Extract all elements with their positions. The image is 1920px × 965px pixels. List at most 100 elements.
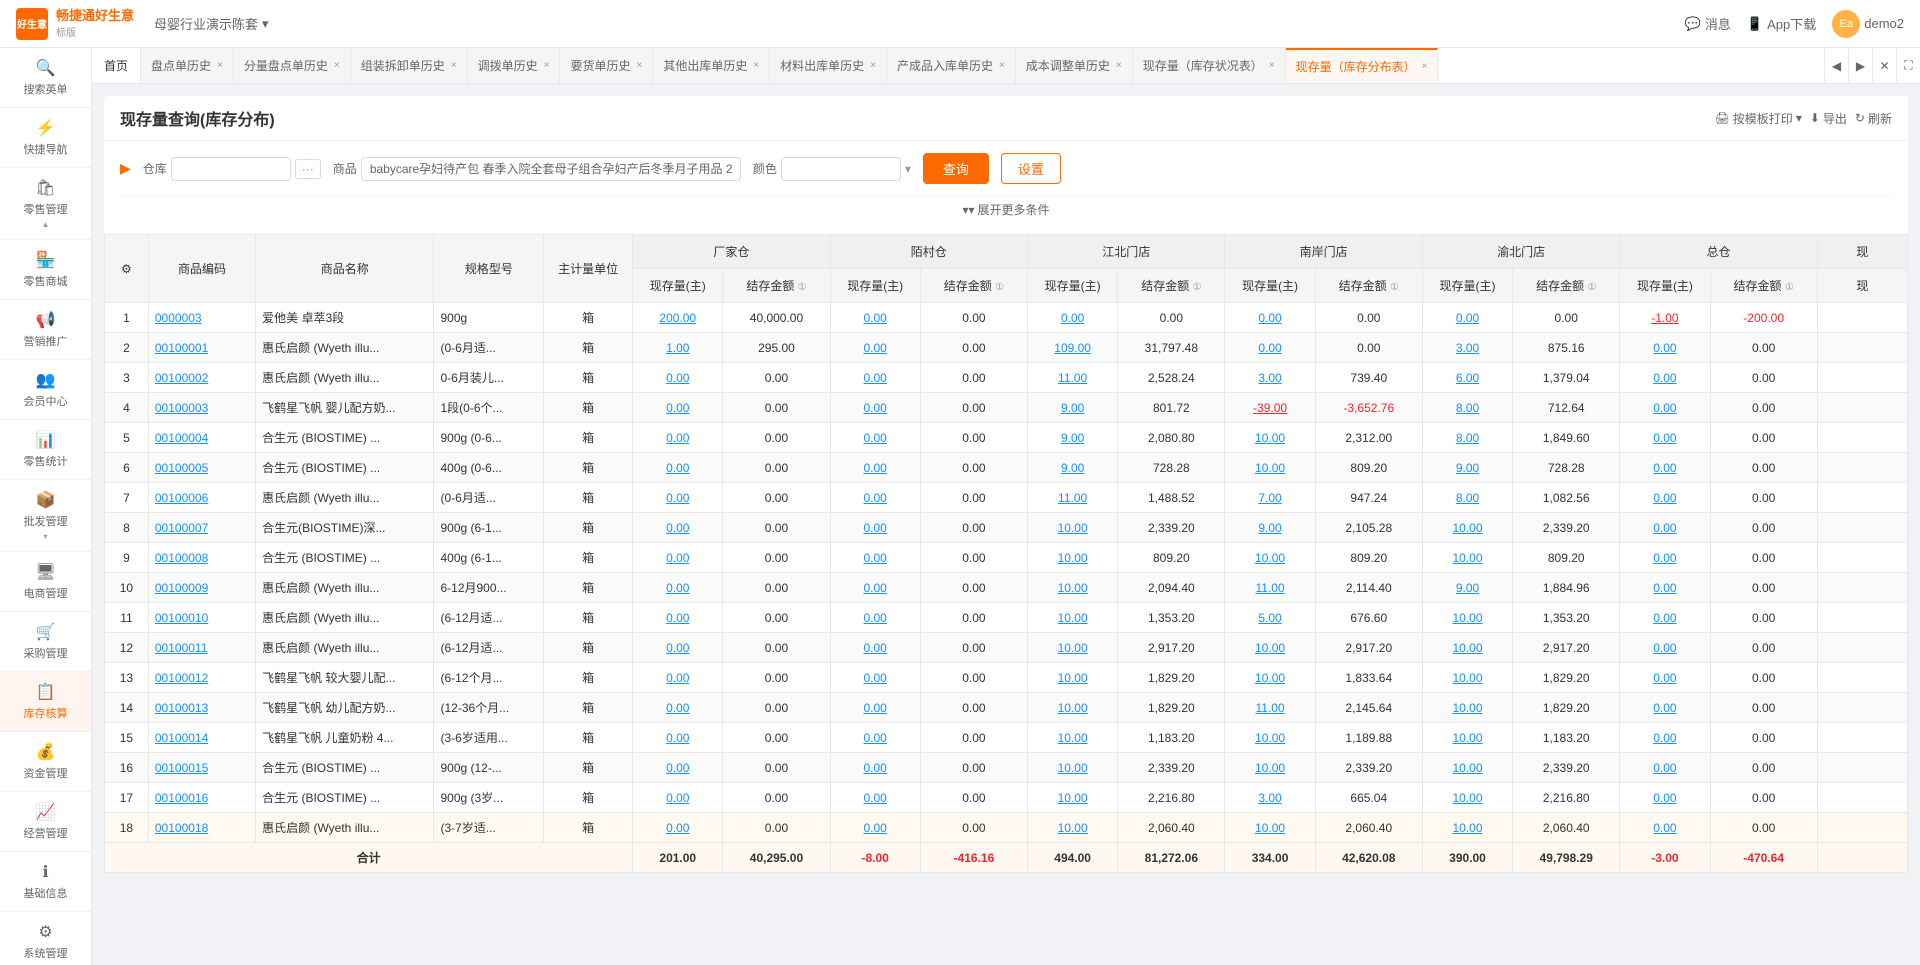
- td-mucun-qty[interactable]: 0.00: [830, 663, 920, 693]
- td-mucun-qty[interactable]: 0.00: [830, 333, 920, 363]
- tab-other-out-history[interactable]: 其他出库单历史 ×: [653, 48, 770, 84]
- td-yubei-qty[interactable]: 10.00: [1422, 633, 1512, 663]
- nav-close[interactable]: ✕: [1872, 48, 1896, 84]
- td-jiangbei-qty[interactable]: 10.00: [1028, 573, 1118, 603]
- close-tab-6[interactable]: ×: [753, 60, 759, 71]
- refresh-btn[interactable]: ↻ 刷新: [1855, 110, 1892, 127]
- td-jiangbei-qty[interactable]: 10.00: [1028, 633, 1118, 663]
- info-icon-1[interactable]: ①: [798, 282, 807, 293]
- td-nanan-qty[interactable]: -39.00: [1225, 393, 1315, 423]
- td-yubei-qty[interactable]: 8.00: [1422, 423, 1512, 453]
- close-tab-5[interactable]: ×: [636, 60, 642, 71]
- sidebar-item-marketing[interactable]: 📢 营销推广: [0, 300, 91, 360]
- td-yubei-qty[interactable]: 8.00: [1422, 483, 1512, 513]
- td-code[interactable]: 0000003: [148, 303, 255, 333]
- td-factory-qty[interactable]: 0.00: [633, 573, 723, 603]
- td-nanan-qty[interactable]: 11.00: [1225, 693, 1315, 723]
- td-code[interactable]: 00100018: [148, 813, 255, 843]
- td-nanan-qty[interactable]: 10.00: [1225, 543, 1315, 573]
- td-factory-qty[interactable]: 0.00: [633, 753, 723, 783]
- sidebar-item-basic-info[interactable]: ℹ 基础信息: [0, 852, 91, 912]
- td-zongcang-qty[interactable]: 0.00: [1620, 513, 1710, 543]
- td-nanan-qty[interactable]: 3.00: [1225, 783, 1315, 813]
- td-yubei-qty[interactable]: 10.00: [1422, 603, 1512, 633]
- td-zongcang-qty[interactable]: 0.00: [1620, 753, 1710, 783]
- td-zongcang-qty[interactable]: -1.00: [1620, 303, 1710, 333]
- sidebar-item-retail-mall[interactable]: 🏪 零售商城: [0, 240, 91, 300]
- sidebar-item-operations[interactable]: 📈 经营管理: [0, 792, 91, 852]
- td-yubei-qty[interactable]: 9.00: [1422, 453, 1512, 483]
- td-mucun-qty[interactable]: 0.00: [830, 633, 920, 663]
- sidebar-item-inventory[interactable]: 📋 库存核算: [0, 672, 91, 732]
- td-mucun-qty[interactable]: 0.00: [830, 813, 920, 843]
- td-code[interactable]: 00100003: [148, 393, 255, 423]
- sidebar-item-member[interactable]: 👥 会员中心: [0, 360, 91, 420]
- td-mucun-qty[interactable]: 0.00: [830, 783, 920, 813]
- td-jiangbei-qty[interactable]: 10.00: [1028, 813, 1118, 843]
- td-code[interactable]: 00100001: [148, 333, 255, 363]
- info-icon-3[interactable]: ①: [1193, 282, 1202, 293]
- nav-arrow-left[interactable]: ◀: [1824, 48, 1848, 84]
- td-factory-qty[interactable]: 0.00: [633, 393, 723, 423]
- info-icon-4[interactable]: ①: [1390, 282, 1399, 293]
- close-tab-4[interactable]: ×: [544, 60, 550, 71]
- tab-transfer-history[interactable]: 调拨单历史 ×: [468, 48, 561, 84]
- info-icon-6[interactable]: ①: [1785, 282, 1794, 293]
- td-zongcang-qty[interactable]: 0.00: [1620, 723, 1710, 753]
- td-code[interactable]: 00100002: [148, 363, 255, 393]
- td-nanan-qty[interactable]: 9.00: [1225, 513, 1315, 543]
- td-mucun-qty[interactable]: 0.00: [830, 363, 920, 393]
- td-jiangbei-qty[interactable]: 10.00: [1028, 543, 1118, 573]
- td-mucun-qty[interactable]: 0.00: [830, 453, 920, 483]
- tab-cost-adjust-history[interactable]: 成本调整单历史 ×: [1016, 48, 1133, 84]
- td-jiangbei-qty[interactable]: 10.00: [1028, 693, 1118, 723]
- td-code[interactable]: 00100011: [148, 633, 255, 663]
- query-button[interactable]: 查询: [923, 153, 989, 184]
- td-code[interactable]: 00100006: [148, 483, 255, 513]
- td-zongcang-qty[interactable]: 0.00: [1620, 633, 1710, 663]
- td-yubei-qty[interactable]: 9.00: [1422, 573, 1512, 603]
- th-gear[interactable]: ⚙: [105, 235, 149, 303]
- td-jiangbei-qty[interactable]: 10.00: [1028, 663, 1118, 693]
- td-yubei-qty[interactable]: 0.00: [1422, 303, 1512, 333]
- td-factory-qty[interactable]: 0.00: [633, 813, 723, 843]
- td-zongcang-qty[interactable]: 0.00: [1620, 333, 1710, 363]
- td-yubei-qty[interactable]: 6.00: [1422, 363, 1512, 393]
- td-yubei-qty[interactable]: 10.00: [1422, 783, 1512, 813]
- td-mucun-qty[interactable]: 0.00: [830, 753, 920, 783]
- sidebar-item-system[interactable]: ⚙ 系统管理: [0, 912, 91, 965]
- td-code[interactable]: 00100008: [148, 543, 255, 573]
- td-yubei-qty[interactable]: 10.00: [1422, 813, 1512, 843]
- td-nanan-qty[interactable]: 10.00: [1225, 663, 1315, 693]
- info-icon-5[interactable]: ①: [1587, 282, 1596, 293]
- td-zongcang-qty[interactable]: 0.00: [1620, 693, 1710, 723]
- td-jiangbei-qty[interactable]: 0.00: [1028, 303, 1118, 333]
- td-code[interactable]: 00100005: [148, 453, 255, 483]
- td-factory-qty[interactable]: 0.00: [633, 723, 723, 753]
- td-jiangbei-qty[interactable]: 9.00: [1028, 423, 1118, 453]
- td-code[interactable]: 00100012: [148, 663, 255, 693]
- td-code[interactable]: 00100013: [148, 693, 255, 723]
- td-factory-qty[interactable]: 0.00: [633, 453, 723, 483]
- td-code[interactable]: 00100009: [148, 573, 255, 603]
- sidebar-item-purchase[interactable]: 🛒 采购管理: [0, 612, 91, 672]
- td-nanan-qty[interactable]: 10.00: [1225, 753, 1315, 783]
- warehouse-picker-btn[interactable]: ···: [295, 159, 321, 179]
- td-code[interactable]: 00100014: [148, 723, 255, 753]
- td-zongcang-qty[interactable]: 0.00: [1620, 423, 1710, 453]
- close-tab-8[interactable]: ×: [999, 60, 1005, 71]
- td-nanan-qty[interactable]: 11.00: [1225, 573, 1315, 603]
- tab-product-in-history[interactable]: 产成品入库单历史 ×: [887, 48, 1016, 84]
- td-mucun-qty[interactable]: 0.00: [830, 603, 920, 633]
- td-mucun-qty[interactable]: 0.00: [830, 513, 920, 543]
- td-nanan-qty[interactable]: 10.00: [1225, 813, 1315, 843]
- export-btn[interactable]: ⬇ 导出: [1810, 110, 1847, 127]
- td-mucun-qty[interactable]: 0.00: [830, 573, 920, 603]
- td-factory-qty[interactable]: 1.00: [633, 333, 723, 363]
- close-tab-9[interactable]: ×: [1116, 60, 1122, 71]
- td-nanan-qty[interactable]: 0.00: [1225, 333, 1315, 363]
- td-jiangbei-qty[interactable]: 10.00: [1028, 753, 1118, 783]
- tab-requisition-history[interactable]: 要货单历史 ×: [560, 48, 653, 84]
- td-zongcang-qty[interactable]: 0.00: [1620, 453, 1710, 483]
- td-zongcang-qty[interactable]: 0.00: [1620, 663, 1710, 693]
